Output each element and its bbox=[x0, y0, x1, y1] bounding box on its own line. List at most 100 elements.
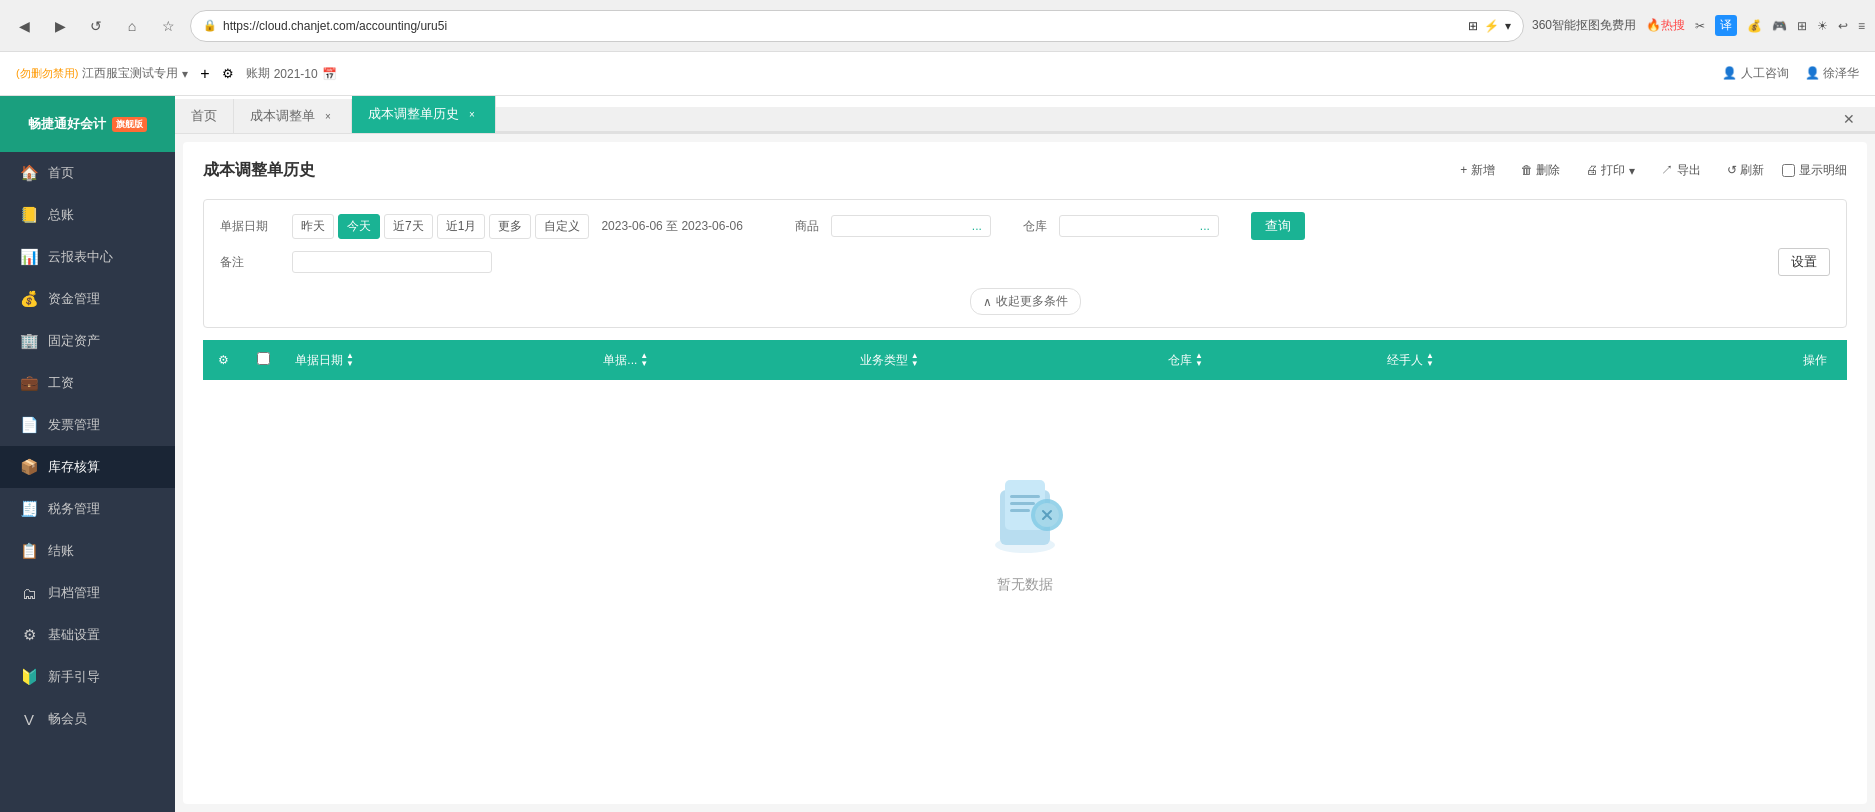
today-btn[interactable]: 今天 bbox=[338, 214, 380, 239]
col-business-type[interactable]: 业务类型 ▲▼ bbox=[848, 340, 1156, 380]
query-btn[interactable]: 查询 bbox=[1251, 212, 1305, 240]
sidebar-label-funds: 资金管理 bbox=[48, 290, 100, 308]
tab-cost-adjustment[interactable]: 成本调整单 × bbox=[234, 99, 352, 133]
col-warehouse-label: 仓库 bbox=[1168, 352, 1192, 369]
tab-home[interactable]: 首页 bbox=[175, 99, 234, 133]
warehouse-select[interactable]: ... bbox=[1059, 215, 1219, 237]
consultation-btn[interactable]: 👤 人工咨询 bbox=[1722, 65, 1788, 82]
grid-icon[interactable]: ⊞ bbox=[1797, 19, 1807, 33]
tab-cost-history[interactable]: 成本调整单历史 × bbox=[352, 96, 496, 133]
window-close-btn[interactable]: ✕ bbox=[1835, 107, 1863, 131]
header-checkbox[interactable] bbox=[257, 352, 270, 365]
display-toggle-checkbox[interactable] bbox=[1782, 164, 1795, 177]
sidebar-item-reports[interactable]: 📊 云报表中心 bbox=[0, 236, 175, 278]
remark-input[interactable] bbox=[292, 251, 492, 273]
sidebar-item-funds[interactable]: 💰 资金管理 bbox=[0, 278, 175, 320]
menu-icon[interactable]: ≡ bbox=[1858, 19, 1865, 33]
closing-icon: 📋 bbox=[20, 542, 38, 560]
user-avatar[interactable]: 👤 徐泽华 bbox=[1805, 65, 1859, 82]
warehouse-label: 仓库 bbox=[1023, 218, 1047, 235]
sidebar-item-closing[interactable]: 📋 结账 bbox=[0, 530, 175, 572]
sun-icon[interactable]: ☀ bbox=[1817, 19, 1828, 33]
account-period: 账期 2021-10 📅 bbox=[246, 65, 337, 82]
sidebar-item-tax[interactable]: 🧾 税务管理 bbox=[0, 488, 175, 530]
export-btn-label: ↗ 导出 bbox=[1661, 162, 1700, 179]
sort-arrows-number: ▲▼ bbox=[640, 352, 648, 368]
add-icon[interactable]: + bbox=[200, 65, 209, 83]
col-type-label: 业务类型 bbox=[860, 352, 908, 369]
coin-icon[interactable]: 💰 bbox=[1747, 19, 1762, 33]
sidebar-label-vip: 畅会员 bbox=[48, 710, 87, 728]
last-month-btn[interactable]: 近1月 bbox=[437, 214, 486, 239]
date-range-input[interactable]: 2023-06-06 至 2023-06-06 bbox=[601, 218, 742, 235]
warehouse-dots: ... bbox=[1200, 219, 1210, 233]
sidebar-item-inventory[interactable]: 📦 库存核算 bbox=[0, 446, 175, 488]
export-btn[interactable]: ↗ 导出 bbox=[1653, 158, 1708, 183]
col-gear[interactable]: ⚙ bbox=[203, 340, 243, 380]
tab-history-label: 成本调整单历史 bbox=[368, 105, 459, 123]
col-date[interactable]: 单据日期 ▲▼ bbox=[283, 340, 591, 380]
filter-area: 单据日期 昨天 今天 近7天 近1月 更多 自定义 2023-06-06 至 2… bbox=[203, 199, 1847, 328]
company-dropdown-icon: ▾ bbox=[182, 67, 188, 81]
sidebar-label-invoice: 发票管理 bbox=[48, 416, 100, 434]
forward-button[interactable]: ▶ bbox=[46, 12, 74, 40]
sidebar-item-general-ledger[interactable]: 📒 总账 bbox=[0, 194, 175, 236]
address-bar[interactable]: 🔒 https://cloud.chanjet.com/accounting/u… bbox=[190, 10, 1524, 42]
refresh-btn[interactable]: ↺ 刷新 bbox=[1719, 158, 1772, 183]
last7days-btn[interactable]: 近7天 bbox=[384, 214, 433, 239]
salary-icon: 💼 bbox=[20, 374, 38, 392]
game-icon[interactable]: 🎮 bbox=[1772, 19, 1787, 33]
sidebar-item-settings[interactable]: ⚙ 基础设置 bbox=[0, 614, 175, 656]
svg-rect-5 bbox=[1010, 509, 1030, 512]
sidebar-item-fixed-assets[interactable]: 🏢 固定资产 bbox=[0, 320, 175, 362]
undo-icon[interactable]: ↩ bbox=[1838, 19, 1848, 33]
refresh-button[interactable]: ↺ bbox=[82, 12, 110, 40]
col-handler-label: 经手人 bbox=[1387, 352, 1423, 369]
settings-icon[interactable]: ⚙ bbox=[222, 66, 234, 81]
tab-history-close[interactable]: × bbox=[465, 107, 479, 121]
invoice-icon: 📄 bbox=[20, 416, 38, 434]
display-toggle[interactable]: 显示明细 bbox=[1782, 162, 1847, 179]
company-selector[interactable]: (勿删勿禁用) 江西服宝测试专用 ▾ bbox=[16, 65, 188, 82]
print-btn[interactable]: 🖨 打印 ▾ bbox=[1578, 158, 1643, 183]
sidebar-item-vip[interactable]: V 畅会员 bbox=[0, 698, 175, 740]
collapse-btn[interactable]: ∧ 收起更多条件 bbox=[970, 288, 1081, 315]
setting-btn[interactable]: 设置 bbox=[1778, 248, 1830, 276]
col-actions: 操作 bbox=[1639, 340, 1847, 380]
sidebar-item-guide[interactable]: 🔰 新手引导 bbox=[0, 656, 175, 698]
page-header: 成本调整单历史 + 新增 🗑 删除 🖨 打印 ▾ ↗ bbox=[203, 158, 1847, 183]
sidebar-label-closing: 结账 bbox=[48, 542, 74, 560]
browser-toolbar: 360智能抠图免费用 🔥热搜 ✂ 译 💰 🎮 ⊞ ☀ ↩ ≡ bbox=[1532, 15, 1865, 36]
col-checkbox[interactable] bbox=[243, 340, 283, 380]
translate-icon[interactable]: 译 bbox=[1715, 15, 1737, 36]
empty-icon bbox=[975, 460, 1075, 560]
building-icon: 🏢 bbox=[20, 332, 38, 350]
scissors-icon[interactable]: ✂ bbox=[1695, 19, 1705, 33]
home-icon: 🏠 bbox=[20, 164, 38, 182]
goods-select[interactable]: ... bbox=[831, 215, 991, 237]
col-handler[interactable]: 经手人 ▲▼ bbox=[1375, 340, 1639, 380]
filter-row-remark: 备注 设置 bbox=[220, 248, 1830, 276]
custom-btn[interactable]: 自定义 bbox=[535, 214, 589, 239]
more-btn[interactable]: 更多 bbox=[489, 214, 531, 239]
col-number[interactable]: 单据... ▲▼ bbox=[591, 340, 847, 380]
filter-row-date: 单据日期 昨天 今天 近7天 近1月 更多 自定义 2023-06-06 至 2… bbox=[220, 212, 1830, 240]
sidebar-item-home[interactable]: 🏠 首页 bbox=[0, 152, 175, 194]
vip-icon: V bbox=[20, 711, 38, 728]
delete-btn[interactable]: 🗑 删除 bbox=[1513, 158, 1568, 183]
search-bar-label: 360智能抠图免费用 bbox=[1532, 17, 1636, 34]
home-button[interactable]: ⌂ bbox=[118, 12, 146, 40]
sort-arrows-type: ▲▼ bbox=[911, 352, 919, 368]
date-filter-label: 单据日期 bbox=[220, 218, 280, 235]
col-warehouse[interactable]: 仓库 ▲▼ bbox=[1156, 340, 1375, 380]
calendar-icon[interactable]: 📅 bbox=[322, 67, 337, 81]
sidebar-item-invoice[interactable]: 📄 发票管理 bbox=[0, 404, 175, 446]
star-button[interactable]: ☆ bbox=[154, 12, 182, 40]
sidebar-item-archive[interactable]: 🗂 归档管理 bbox=[0, 572, 175, 614]
back-button[interactable]: ◀ bbox=[10, 12, 38, 40]
sidebar-item-salary[interactable]: 💼 工资 bbox=[0, 362, 175, 404]
yesterday-btn[interactable]: 昨天 bbox=[292, 214, 334, 239]
page-actions: + 新增 🗑 删除 🖨 打印 ▾ ↗ 导出 ↺ bbox=[1452, 158, 1847, 183]
tab-cost-close[interactable]: × bbox=[321, 109, 335, 123]
new-btn[interactable]: + 新增 bbox=[1452, 158, 1502, 183]
